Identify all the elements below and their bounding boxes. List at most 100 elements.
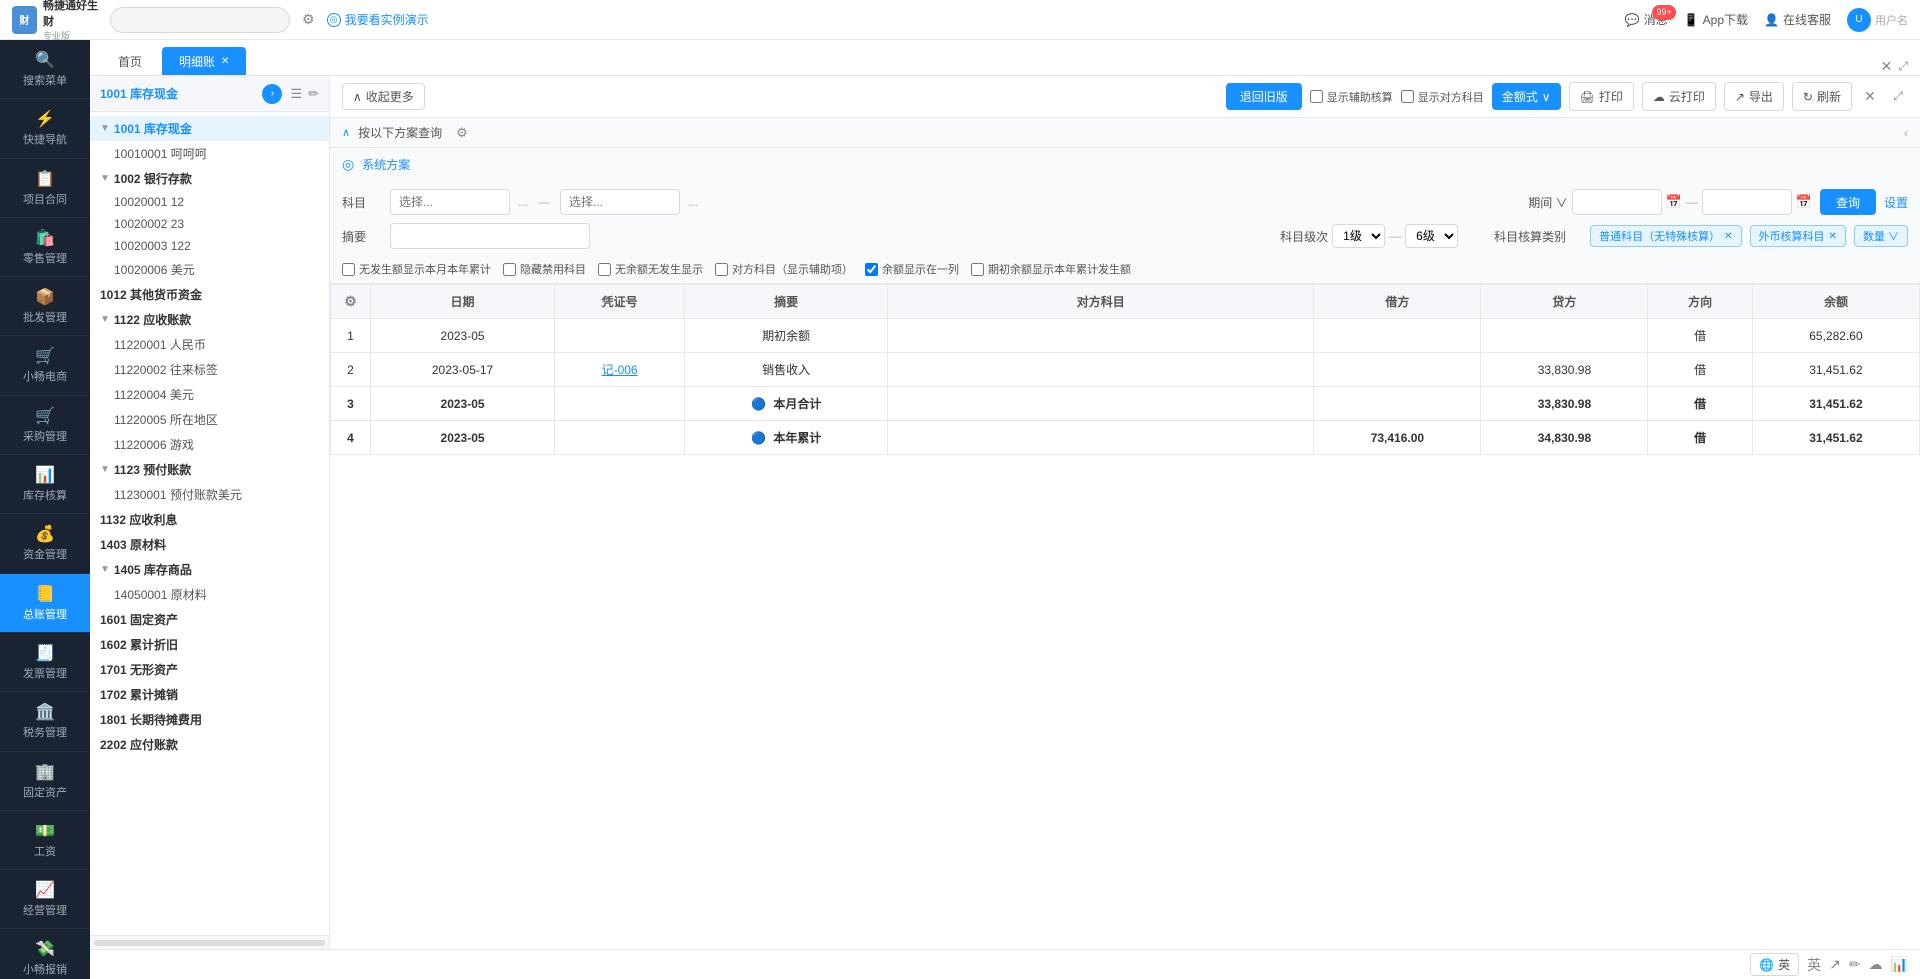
tree-item-10020002[interactable]: 10020002 23 bbox=[90, 213, 329, 235]
demo-link[interactable]: ◎ 我要看实例演示 bbox=[327, 11, 429, 28]
tree-item-1132[interactable]: 1132 应收利息 bbox=[90, 507, 329, 532]
list-icon[interactable]: ☰ bbox=[290, 86, 302, 102]
tree-item-11220002[interactable]: 11220002 往来标签 bbox=[90, 357, 329, 382]
level-from-select[interactable]: 1级 bbox=[1332, 224, 1385, 248]
refresh-btn[interactable]: ↻ 刷新 bbox=[1792, 82, 1852, 111]
app-download-btn[interactable]: 📱 App下载 bbox=[1684, 11, 1748, 28]
table-settings-icon[interactable]: ⚙ bbox=[344, 293, 357, 309]
online-service-btn[interactable]: 👤 在线客服 bbox=[1764, 11, 1831, 28]
no-zero-checkbox[interactable] bbox=[598, 263, 611, 276]
message-btn[interactable]: 💬 消息 99+ bbox=[1625, 11, 1668, 28]
horizontal-scrollbar[interactable] bbox=[94, 940, 325, 946]
sidebar-item-xiaochang[interactable]: 💸 小畅报销 bbox=[0, 929, 90, 979]
settings-gear-icon[interactable]: ⚙ bbox=[298, 7, 319, 32]
status-icon-1[interactable]: 英 bbox=[1807, 955, 1821, 975]
show-aux-checkbox[interactable] bbox=[1310, 90, 1323, 103]
cloud-print-btn[interactable]: ☁ 云打印 bbox=[1642, 82, 1716, 111]
sidebar-item-assets[interactable]: 🏢 固定资产 bbox=[0, 752, 90, 811]
sidebar-item-search[interactable]: 🔍 搜索菜单 bbox=[0, 40, 90, 99]
level-to-select[interactable]: 6级 bbox=[1405, 224, 1458, 248]
contra-checkbox[interactable] bbox=[715, 263, 728, 276]
settings-circle-icon[interactable]: ⚙ bbox=[456, 125, 468, 141]
calendar-end-icon[interactable]: 📅 bbox=[1796, 194, 1812, 210]
sidebar-item-ledger[interactable]: 📒 总账管理 bbox=[0, 574, 90, 633]
subject-input-end[interactable] bbox=[560, 189, 680, 215]
sidebar-item-quicknav[interactable]: ⚡ 快捷导航 bbox=[0, 99, 90, 158]
filter-collapse-icon[interactable]: ‹ bbox=[1904, 126, 1908, 140]
filter-toggle-btn[interactable]: ∧ 按以下方案查询 ⚙ ‹ bbox=[330, 118, 1920, 148]
amount-mode-btn[interactable]: 金额式 ∨ bbox=[1492, 83, 1561, 110]
tree-item-1702[interactable]: 1702 累计摊销 bbox=[90, 682, 329, 707]
tree-item-10020006[interactable]: 10020006 美元 bbox=[90, 257, 329, 282]
sidebar-item-ecommerce[interactable]: 🛒 小畅电商 bbox=[0, 336, 90, 395]
tree-item-1405[interactable]: ▼ 1405 库存商品 bbox=[90, 557, 329, 582]
search-input[interactable] bbox=[110, 7, 290, 33]
tree-item-10020001[interactable]: 10020001 12 bbox=[90, 191, 329, 213]
sidebar-item-wholesale[interactable]: 📦 批发管理 bbox=[0, 277, 90, 336]
tag-close-icon-2[interactable]: ✕ bbox=[1829, 231, 1837, 242]
tab-home[interactable]: 首页 bbox=[102, 47, 158, 75]
subject-input-start[interactable] bbox=[390, 189, 510, 215]
user-avatar-btn[interactable]: U 用户名 bbox=[1847, 8, 1908, 32]
show-year-beginning-checkbox[interactable] bbox=[971, 263, 984, 276]
tree-item-11220006[interactable]: 11220006 游戏 bbox=[90, 432, 329, 457]
tree-item-1012[interactable]: 1012 其他货币资金 bbox=[90, 282, 329, 307]
query-btn[interactable]: 查询 bbox=[1820, 189, 1876, 215]
sidebar-item-retail[interactable]: 🛍️ 零售管理 bbox=[0, 218, 90, 277]
voucher-link[interactable]: 记-006 bbox=[602, 363, 638, 377]
sidebar-item-inventory[interactable]: 📊 库存核算 bbox=[0, 455, 90, 514]
nav-arrow-btn[interactable]: › bbox=[262, 84, 282, 104]
scheme-label[interactable]: 系统方案 bbox=[362, 156, 410, 173]
period-end-input[interactable]: 2023-05 bbox=[1702, 189, 1792, 215]
tree-item-10010001[interactable]: 10010001 呵呵呵 bbox=[90, 141, 329, 166]
tree-item-1403[interactable]: 1403 原材料 bbox=[90, 532, 329, 557]
panel-close-btn[interactable]: ✕ bbox=[1860, 87, 1880, 107]
tab-detail[interactable]: 明细账 ✕ bbox=[162, 47, 246, 75]
expand-more-btn[interactable]: ∧ 收起更多 bbox=[342, 83, 425, 110]
window-close-btn[interactable]: ✕ bbox=[1881, 58, 1893, 75]
tree-item-1002[interactable]: ▼ 1002 银行存款 bbox=[90, 166, 329, 191]
tree-item-1801[interactable]: 1801 长期待摊费用 bbox=[90, 707, 329, 732]
panel-expand-btn[interactable]: ⤢ bbox=[1888, 87, 1908, 107]
tag-quantity[interactable]: 数量 ∨ bbox=[1854, 225, 1908, 247]
tree-item-1601[interactable]: 1601 固定资产 bbox=[90, 607, 329, 632]
status-icon-4[interactable]: ☁ bbox=[1869, 956, 1883, 973]
status-icon-5[interactable]: 📊 bbox=[1891, 956, 1908, 973]
lang-btn[interactable]: 🌐 英 bbox=[1750, 953, 1799, 976]
tree-item-11230001[interactable]: 11230001 预付账款美元 bbox=[90, 482, 329, 507]
sidebar-item-operations[interactable]: 📈 经营管理 bbox=[0, 870, 90, 929]
tree-item-1701[interactable]: 1701 无形资产 bbox=[90, 657, 329, 682]
period-start-input[interactable]: 2023-05 bbox=[1572, 189, 1662, 215]
window-expand-btn[interactable]: ⤢ bbox=[1898, 59, 1908, 74]
sidebar-item-salary[interactable]: 💵 工资 bbox=[0, 811, 90, 870]
tree-item-11220001[interactable]: 11220001 人民币 bbox=[90, 332, 329, 357]
return-old-btn[interactable]: 退回旧版 bbox=[1226, 83, 1302, 110]
sidebar-item-tax[interactable]: 🏛️ 税务管理 bbox=[0, 692, 90, 751]
tree-item-14050001[interactable]: 14050001 原材料 bbox=[90, 582, 329, 607]
sidebar-item-project[interactable]: 📋 项目合同 bbox=[0, 159, 90, 218]
tree-item-1123[interactable]: ▼ 1123 预付账款 bbox=[90, 457, 329, 482]
tab-close-icon[interactable]: ✕ bbox=[221, 56, 229, 67]
export-btn[interactable]: ↗ 导出 bbox=[1724, 82, 1784, 111]
sidebar-item-purchase[interactable]: 🛒 采购管理 bbox=[0, 396, 90, 455]
sidebar-item-finance[interactable]: 💰 资金管理 bbox=[0, 514, 90, 573]
tree-item-11220005[interactable]: 11220005 所在地区 bbox=[90, 407, 329, 432]
hide-disabled-checkbox[interactable] bbox=[503, 263, 516, 276]
tree-item-2202[interactable]: 2202 应付账款 bbox=[90, 732, 329, 757]
col-settings[interactable]: ⚙ bbox=[331, 285, 371, 319]
settings-link[interactable]: 设置 bbox=[1884, 194, 1908, 211]
status-icon-3[interactable]: ✏ bbox=[1849, 956, 1861, 973]
no-balance-checkbox[interactable] bbox=[342, 263, 355, 276]
sidebar-item-invoice[interactable]: 🧾 发票管理 bbox=[0, 633, 90, 692]
edit-icon[interactable]: ✏ bbox=[308, 86, 319, 102]
tree-item-10020003[interactable]: 10020003 122 bbox=[90, 235, 329, 257]
row-voucher-2[interactable]: 记-006 bbox=[555, 353, 685, 387]
tree-item-11220004[interactable]: 11220004 美元 bbox=[90, 382, 329, 407]
tag-close-icon-1[interactable]: ✕ bbox=[1724, 231, 1732, 242]
balance-one-col-checkbox[interactable] bbox=[865, 263, 878, 276]
print-btn[interactable]: 🖨 打印 bbox=[1569, 82, 1634, 111]
tree-item-1122[interactable]: ▼ 1122 应收账款 bbox=[90, 307, 329, 332]
calendar-start-icon[interactable]: 📅 bbox=[1666, 194, 1682, 210]
tree-item-1001[interactable]: ▼ 1001 库存现金 bbox=[90, 116, 329, 141]
status-icon-2[interactable]: ↗ bbox=[1829, 956, 1841, 973]
